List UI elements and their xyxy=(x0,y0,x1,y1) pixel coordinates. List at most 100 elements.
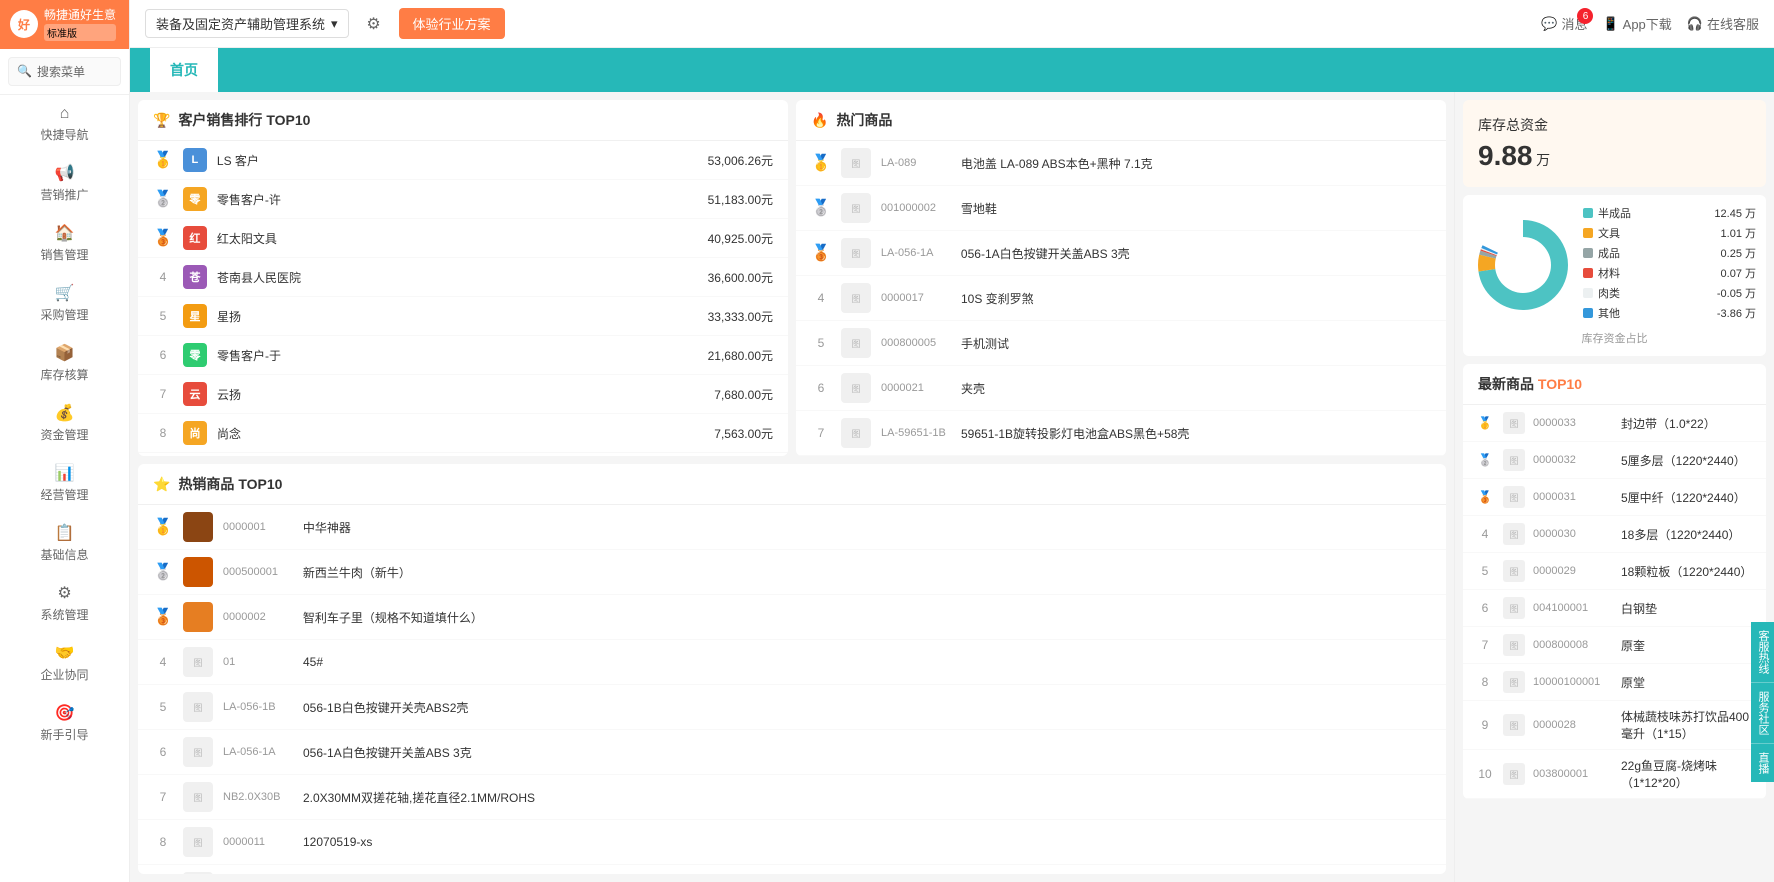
headset-icon: 🎧 xyxy=(1687,16,1703,32)
product-code: 0000017 xyxy=(881,292,951,304)
sidebar-item-新手引导[interactable]: 🎯新手引导 xyxy=(0,693,129,753)
sidebar-icon: 📦 xyxy=(55,343,75,363)
product-code: 000800008 xyxy=(1533,639,1613,651)
newest-product-item: 10图00380000122g鱼豆腐-烧烤味（1*12*20） xyxy=(1463,750,1766,799)
product-name: 电池盖 LA-089 ABS本色+黑种 7.1克 xyxy=(961,155,1431,172)
trial-button[interactable]: 体验行业方案 xyxy=(399,8,505,39)
legend-item: 肉类-0.05 万 xyxy=(1583,285,1756,301)
popular-product-item: 🥇图LA-089电池盖 LA-089 ABS本色+黑种 7.1克 xyxy=(796,141,1446,186)
product-thumbnail: 图 xyxy=(841,328,871,358)
main-area: 装备及固定资产辅助管理系统 ▾ ⚙ 体验行业方案 💬 消息 6 📱 App下载 … xyxy=(130,0,1774,882)
sidebar-item-销售管理[interactable]: 🏠销售管理 xyxy=(0,213,129,273)
newest-product-item: 4图000003018多层（1220*2440） xyxy=(1463,516,1766,553)
sidebar-icon: ⌂ xyxy=(60,105,70,123)
rank-number: 4 xyxy=(811,291,831,305)
settings-icon[interactable]: ⚙ xyxy=(359,9,389,39)
legend-item: 半成品12.45 万 xyxy=(1583,205,1756,221)
product-code: 0000029 xyxy=(1533,565,1613,577)
rank-item: 🥈零零售客户-许51,183.00元 xyxy=(138,180,788,219)
app-download-button[interactable]: 📱 App下载 xyxy=(1602,14,1671,33)
rank-number: 8 xyxy=(153,426,173,440)
bronze-medal-icon: 🥉 xyxy=(153,228,173,248)
customer-name: 红太阳文具 xyxy=(217,230,698,247)
system-selector[interactable]: 装备及固定资产辅助管理系统 ▾ xyxy=(145,9,349,38)
product-code: LA-056-1B xyxy=(223,701,293,713)
product-thumbnail: 图 xyxy=(1503,714,1525,736)
customer-amount: 40,925.00元 xyxy=(708,230,773,247)
product-thumbnail: 图 xyxy=(1503,412,1525,434)
hot-product-item: 6图LA-056-1A056-1A白色按键开关盖ABS 3克 xyxy=(138,730,1446,775)
product-code: 0000032 xyxy=(1533,454,1613,466)
floating-bar: 客服热线服务社区直播 xyxy=(1751,622,1774,782)
rank-item: 5星星扬33,333.00元 xyxy=(138,297,788,336)
newest-product-item: 🥇图0000033封边带（1.0*22） xyxy=(1463,405,1766,442)
content-area: 🏆 客户销售排行 TOP10 🥇LLS 客户53,006.26元🥈零零售客户-许… xyxy=(130,92,1774,882)
sidebar-item-资金管理[interactable]: 💰资金管理 xyxy=(0,393,129,453)
product-thumbnail: 图 xyxy=(183,827,213,857)
product-code: 0000001 xyxy=(223,521,293,533)
newest-product-item: 9图0000028体械蔬枝味苏打饮品400毫升（1*15） xyxy=(1463,701,1766,750)
hot-product-item: 🥉0000002智利车子里（规格不知道填什么） xyxy=(138,595,1446,640)
product-thumbnail: 图 xyxy=(841,238,871,268)
sidebar-icon: 📢 xyxy=(55,163,75,183)
bronze-medal-icon: 🥉 xyxy=(153,607,173,627)
legend-label: 半成品 xyxy=(1598,205,1709,221)
product-thumbnail: 图 xyxy=(841,418,871,448)
rank-number: 5 xyxy=(153,309,173,323)
product-thumbnail: 图 xyxy=(183,782,213,812)
sidebar-icon: 📊 xyxy=(55,463,75,483)
sidebar-item-快捷导航[interactable]: ⌂快捷导航 xyxy=(0,95,129,153)
rank-number: 5 xyxy=(1475,564,1495,578)
sidebar-item-库存核算[interactable]: 📦库存核算 xyxy=(0,333,129,393)
popular-product-item: 4图000001710S 变刹罗煞 xyxy=(796,276,1446,321)
newest-products-list: 🥇图0000033封边带（1.0*22）🥈图00000325厘多层（1220*2… xyxy=(1463,405,1766,799)
product-code: LA-056-1A xyxy=(881,247,951,259)
sidebar-icon: ⚙ xyxy=(57,583,71,603)
product-name: 45# xyxy=(303,655,1431,669)
nav-home[interactable]: 首页 xyxy=(150,48,218,92)
online-service-button[interactable]: 🎧 在线客服 xyxy=(1687,14,1759,33)
search-menu-button[interactable]: 🔍 搜索菜单 xyxy=(8,57,121,86)
product-name: 10S 变刹罗煞 xyxy=(961,290,1431,307)
customer-ranking-card: 🏆 客户销售排行 TOP10 🥇LLS 客户53,006.26元🥈零零售客户-许… xyxy=(138,100,788,456)
message-button[interactable]: 💬 消息 6 xyxy=(1541,14,1587,33)
customer-name: 零售客户-许 xyxy=(217,191,698,208)
legend-value: -0.05 万 xyxy=(1717,285,1756,301)
popular-product-item: 🥈图001000002雪地鞋 xyxy=(796,186,1446,231)
customer-name: 云扬 xyxy=(217,386,704,403)
floating-button-直播[interactable]: 直播 xyxy=(1751,744,1774,782)
sidebar-item-系统管理[interactable]: ⚙系统管理 xyxy=(0,573,129,633)
product-code: 001000002 xyxy=(881,202,951,214)
silver-medal-icon: 🥈 xyxy=(153,562,173,582)
hot-product-item: 7图NB2.0X30B2.0X30MM双搓花轴,搓花直径2.1MM/ROHS xyxy=(138,775,1446,820)
rank-item: 🥉红红太阳文具40,925.00元 xyxy=(138,219,788,258)
legend-value: -3.86 万 xyxy=(1717,305,1756,321)
product-code: 0000031 xyxy=(1533,491,1613,503)
product-name: 智利车子里（规格不知道填什么） xyxy=(303,609,1431,626)
sidebar-icon: 💰 xyxy=(55,403,75,423)
newest-product-item: 5图000002918颗粒板（1220*2440） xyxy=(1463,553,1766,590)
sidebar-item-基础信息[interactable]: 📋基础信息 xyxy=(0,513,129,573)
newest-products-card: 最新商品 TOP10 🥇图0000033封边带（1.0*22）🥈图0000032… xyxy=(1463,364,1766,799)
legend-dot xyxy=(1583,228,1593,238)
product-name: 056-1A白色按键开关盖ABS 3壳 xyxy=(961,245,1431,262)
sidebar-icon: 🎯 xyxy=(55,703,75,723)
customer-amount: 7,563.00元 xyxy=(714,425,773,442)
gold-medal-icon: 🥇 xyxy=(1475,416,1495,430)
rank-item: 4苍苍南县人民医院36,600.00元 xyxy=(138,258,788,297)
sidebar-item-采购管理[interactable]: 🛒采购管理 xyxy=(0,273,129,333)
floating-button-服务社区[interactable]: 服务社区 xyxy=(1751,683,1774,744)
product-thumbnail: 图 xyxy=(183,872,213,874)
sidebar-item-经营管理[interactable]: 📊经营管理 xyxy=(0,453,129,513)
sidebar-icon: 🛒 xyxy=(55,283,75,303)
sidebar-item-企业协同[interactable]: 🤝企业协同 xyxy=(0,633,129,693)
customer-name: 尚念 xyxy=(217,425,704,442)
rank-number: 9 xyxy=(1475,718,1495,732)
bronze-medal-icon: 🥉 xyxy=(1475,490,1495,504)
hot-product-item: 🥈000500001新西兰牛肉（新牛） xyxy=(138,550,1446,595)
product-thumbnail: 图 xyxy=(1503,523,1525,545)
product-name: 5厘中纤（1220*2440） xyxy=(1621,489,1754,506)
sidebar-icon: 🤝 xyxy=(55,643,75,663)
sidebar-item-营销推广[interactable]: 📢营销推广 xyxy=(0,153,129,213)
floating-button-客服热线[interactable]: 客服热线 xyxy=(1751,622,1774,683)
